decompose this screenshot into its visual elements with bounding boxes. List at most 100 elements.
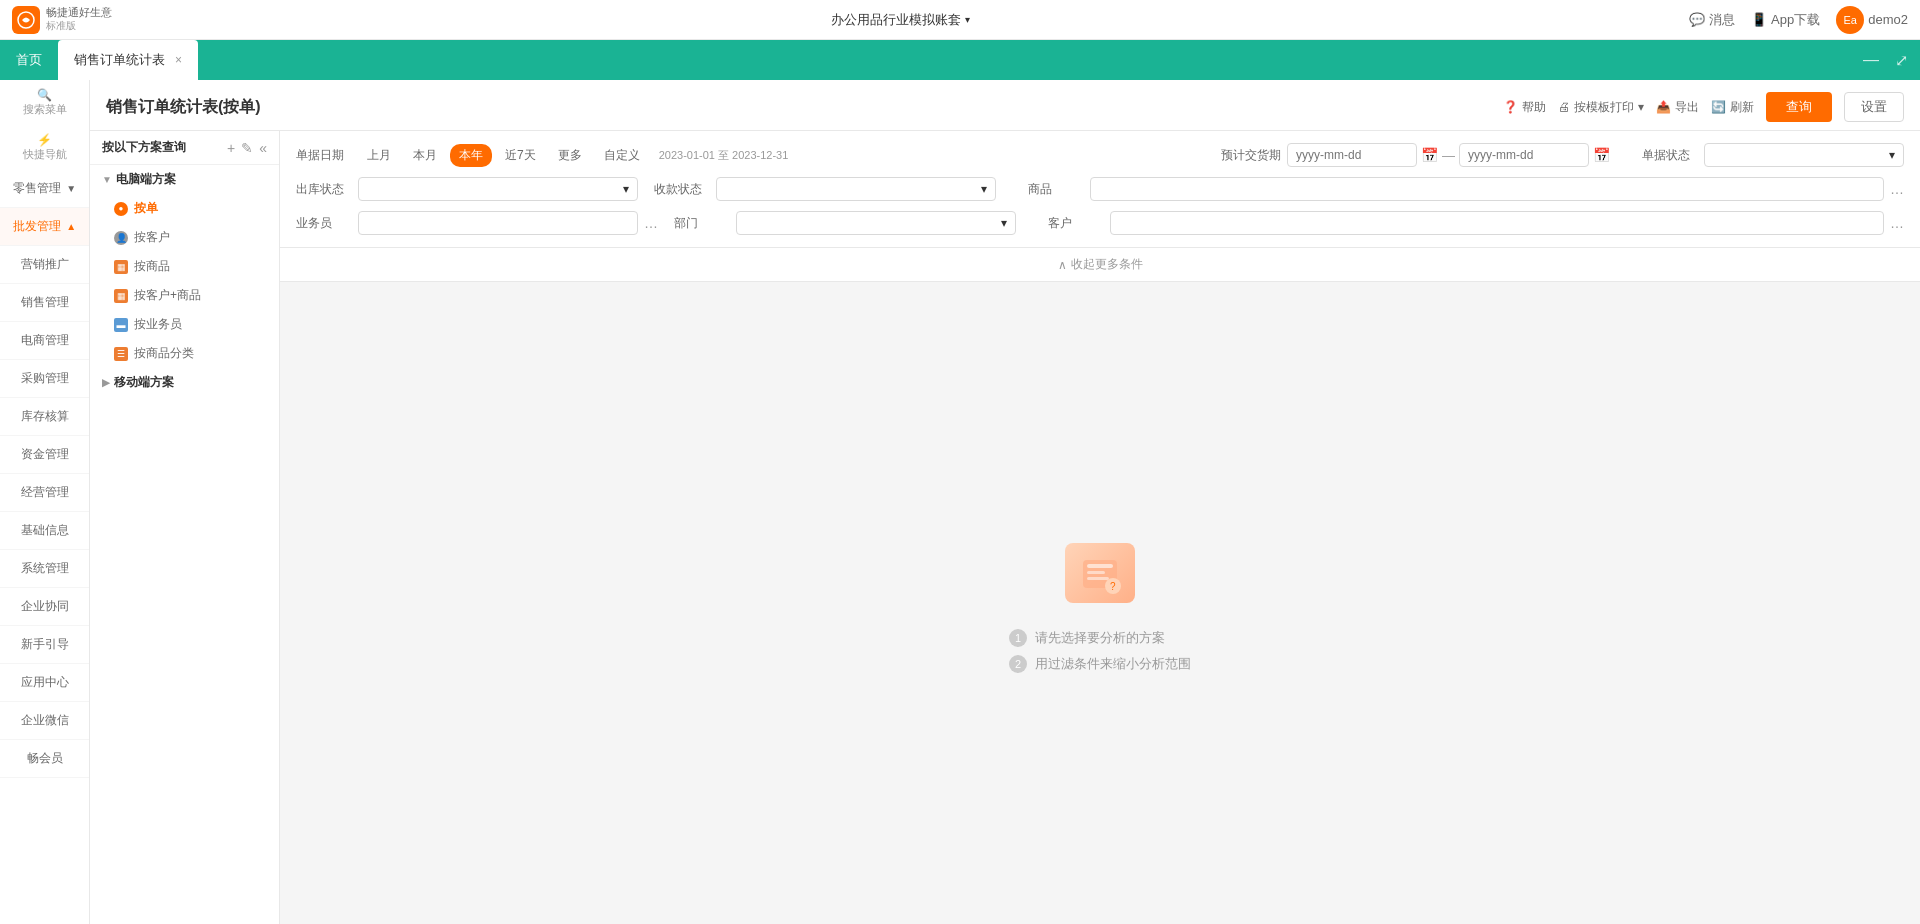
goods-label: 商品 xyxy=(1028,181,1084,198)
tab-maximize-icon[interactable]: ⤢ xyxy=(1891,47,1912,74)
main-layout: 🔍 搜索菜单 ⚡ 快捷导航 零售管理 ▼ 批发管理 ▲ 营销推广 销售管理 电商… xyxy=(0,80,1920,924)
help-button[interactable]: ❓ 帮助 xyxy=(1503,99,1546,116)
sidebar-item-member[interactable]: 畅会员 xyxy=(0,740,89,778)
goods-dots-icon[interactable]: … xyxy=(1890,181,1904,197)
sidebar-item-basics[interactable]: 基础信息 xyxy=(0,512,89,550)
desktop-group-header[interactable]: ▼ 电脑端方案 xyxy=(90,165,279,194)
hint-num-2: 2 xyxy=(1009,655,1027,673)
filter-pay-status-field: 收款状态 ▾ xyxy=(654,177,996,201)
salesperson-label: 业务员 xyxy=(296,215,352,232)
filter-date-field: 单据日期 上月 本月 本年 近7天 更多 自定义 2023-01-01 至 20… xyxy=(296,144,788,167)
sidebar-item-purchase-label: 采购管理 xyxy=(21,371,69,385)
print-icon: 🖨 xyxy=(1558,100,1570,114)
period-more[interactable]: 更多 xyxy=(549,144,591,167)
empty-icon: ? xyxy=(1050,533,1150,613)
sidebar-item-ecommerce[interactable]: 电商管理 xyxy=(0,322,89,360)
sidebar-item-operations[interactable]: 经营管理 xyxy=(0,474,89,512)
messages-button[interactable]: 💬 消息 xyxy=(1689,11,1735,29)
customer-dots-icon[interactable]: … xyxy=(1890,215,1904,231)
sidebar-search[interactable]: 🔍 搜索菜单 xyxy=(0,80,89,125)
query-button[interactable]: 查询 xyxy=(1766,92,1832,122)
wholesale-arrow: ▲ xyxy=(66,221,76,232)
calendar-end-icon[interactable]: 📅 xyxy=(1593,147,1610,163)
sidebar-item-wholesale[interactable]: 批发管理 ▲ xyxy=(0,208,89,246)
customer-input[interactable] xyxy=(1110,211,1884,235)
sidebar-item-finance[interactable]: 资金管理 xyxy=(0,436,89,474)
tab-minimize-icon[interactable]: — xyxy=(1859,47,1883,73)
refresh-label: 刷新 xyxy=(1730,99,1754,116)
salesperson-dots-icon[interactable]: … xyxy=(644,215,658,231)
period-this-month[interactable]: 本月 xyxy=(404,144,446,167)
sidebar-item-basics-label: 基础信息 xyxy=(21,523,69,537)
calendar-start-icon[interactable]: 📅 xyxy=(1421,147,1438,163)
print-button[interactable]: 🖨 按模板打印 ▾ xyxy=(1558,99,1644,116)
svg-rect-4 xyxy=(1087,577,1109,580)
export-button[interactable]: 📤 导出 xyxy=(1656,99,1699,116)
period-custom[interactable]: 自定义 xyxy=(595,144,649,167)
ship-status-select[interactable]: ▾ xyxy=(358,177,638,201)
scheme-edit-icon[interactable]: ✎ xyxy=(241,140,253,156)
dept-select[interactable]: ▾ xyxy=(736,211,1016,235)
goods-input[interactable] xyxy=(1090,177,1884,201)
period-last-month[interactable]: 上月 xyxy=(358,144,400,167)
scheme-add-icon[interactable]: + xyxy=(227,140,235,156)
refresh-button[interactable]: 🔄 刷新 xyxy=(1711,99,1754,116)
tab-active[interactable]: 销售订单统计表 × xyxy=(58,40,198,80)
sidebar-item-ecommerce-label: 电商管理 xyxy=(21,333,69,347)
expected-date-start[interactable] xyxy=(1287,143,1417,167)
message-icon: 💬 xyxy=(1689,12,1705,27)
scheme-item-by-goods[interactable]: ▦ 按商品 xyxy=(90,252,279,281)
user-area[interactable]: Ea demo2 xyxy=(1836,6,1908,34)
scheme-item-by-salesperson[interactable]: ▬ 按业务员 xyxy=(90,310,279,339)
sidebar-item-sales[interactable]: 销售管理 xyxy=(0,284,89,322)
tab-close-icon[interactable]: × xyxy=(175,53,182,67)
period-this-year[interactable]: 本年 xyxy=(450,144,492,167)
help-label: 帮助 xyxy=(1522,99,1546,116)
sidebar-item-wechat[interactable]: 企业微信 xyxy=(0,702,89,740)
scheme-item-by-order[interactable]: ● 按单 xyxy=(90,194,279,223)
period-last7[interactable]: 近7天 xyxy=(496,144,545,167)
sidebar-item-marketing[interactable]: 营销推广 xyxy=(0,246,89,284)
sidebar-item-purchase[interactable]: 采购管理 xyxy=(0,360,89,398)
scheme-header: 按以下方案查询 + ✎ « xyxy=(90,131,279,165)
sidebar-item-appcenter[interactable]: 应用中心 xyxy=(0,664,89,702)
doc-status-label: 单据状态 xyxy=(1642,147,1698,164)
setting-button[interactable]: 设置 xyxy=(1844,92,1904,122)
home-label: 首页 xyxy=(16,51,42,69)
app-download-button[interactable]: 📱 App下载 xyxy=(1751,11,1820,29)
pay-status-select[interactable]: ▾ xyxy=(716,177,996,201)
dept-arrow: ▾ xyxy=(1001,216,1007,230)
scheme-label-by-category: 按商品分类 xyxy=(134,345,194,362)
sidebar-item-retail[interactable]: 零售管理 ▼ xyxy=(0,170,89,208)
filter-row-3: 业务员 … 部门 ▾ 客户 xyxy=(296,211,1904,235)
sidebar-item-wechat-label: 企业微信 xyxy=(21,713,69,727)
scheme-item-by-customer-goods[interactable]: ▦ 按客户+商品 xyxy=(90,281,279,310)
workspace-dropdown-icon[interactable]: ▾ xyxy=(965,14,970,25)
scheme-item-by-category[interactable]: ☰ 按商品分类 xyxy=(90,339,279,368)
collapse-button[interactable]: ∧ 收起更多条件 xyxy=(1058,256,1143,273)
sidebar-item-inventory[interactable]: 库存核算 xyxy=(0,398,89,436)
tab-home[interactable]: 首页 xyxy=(0,40,58,80)
mobile-group-header[interactable]: ▶ 移动端方案 xyxy=(90,368,279,397)
empty-hint-1: 1 请先选择要分析的方案 xyxy=(1009,629,1191,647)
doc-status-select[interactable]: ▾ xyxy=(1704,143,1904,167)
filter-results-panel: 单据日期 上月 本月 本年 近7天 更多 自定义 2023-01-01 至 20… xyxy=(280,131,1920,924)
sidebar-quick-nav[interactable]: ⚡ 快捷导航 xyxy=(0,125,89,170)
user-name: demo2 xyxy=(1868,12,1908,27)
messages-label: 消息 xyxy=(1709,11,1735,29)
filter-customer-field: 客户 … xyxy=(1048,211,1904,235)
retail-arrow: ▼ xyxy=(66,183,76,194)
scheme-item-by-customer[interactable]: 👤 按客户 xyxy=(90,223,279,252)
sidebar-item-newbie[interactable]: 新手引导 xyxy=(0,626,89,664)
expected-date-label: 预计交货期 xyxy=(1221,147,1281,164)
workspace-selector[interactable]: 办公用品行业模拟账套 ▾ xyxy=(831,11,970,29)
results-area: ? 1 请先选择要分析的方案 2 用过滤条件来缩小分析范围 xyxy=(280,282,1920,924)
svg-rect-2 xyxy=(1087,564,1113,568)
sidebar-item-enterprise[interactable]: 企业协同 xyxy=(0,588,89,626)
sidebar-item-system[interactable]: 系统管理 xyxy=(0,550,89,588)
salesperson-input[interactable] xyxy=(358,211,638,235)
filter-goods-field: 商品 … xyxy=(1028,177,1904,201)
scheme-collapse-icon[interactable]: « xyxy=(259,140,267,156)
expected-date-end[interactable] xyxy=(1459,143,1589,167)
filter-row-2: 出库状态 ▾ 收款状态 ▾ xyxy=(296,177,1904,201)
